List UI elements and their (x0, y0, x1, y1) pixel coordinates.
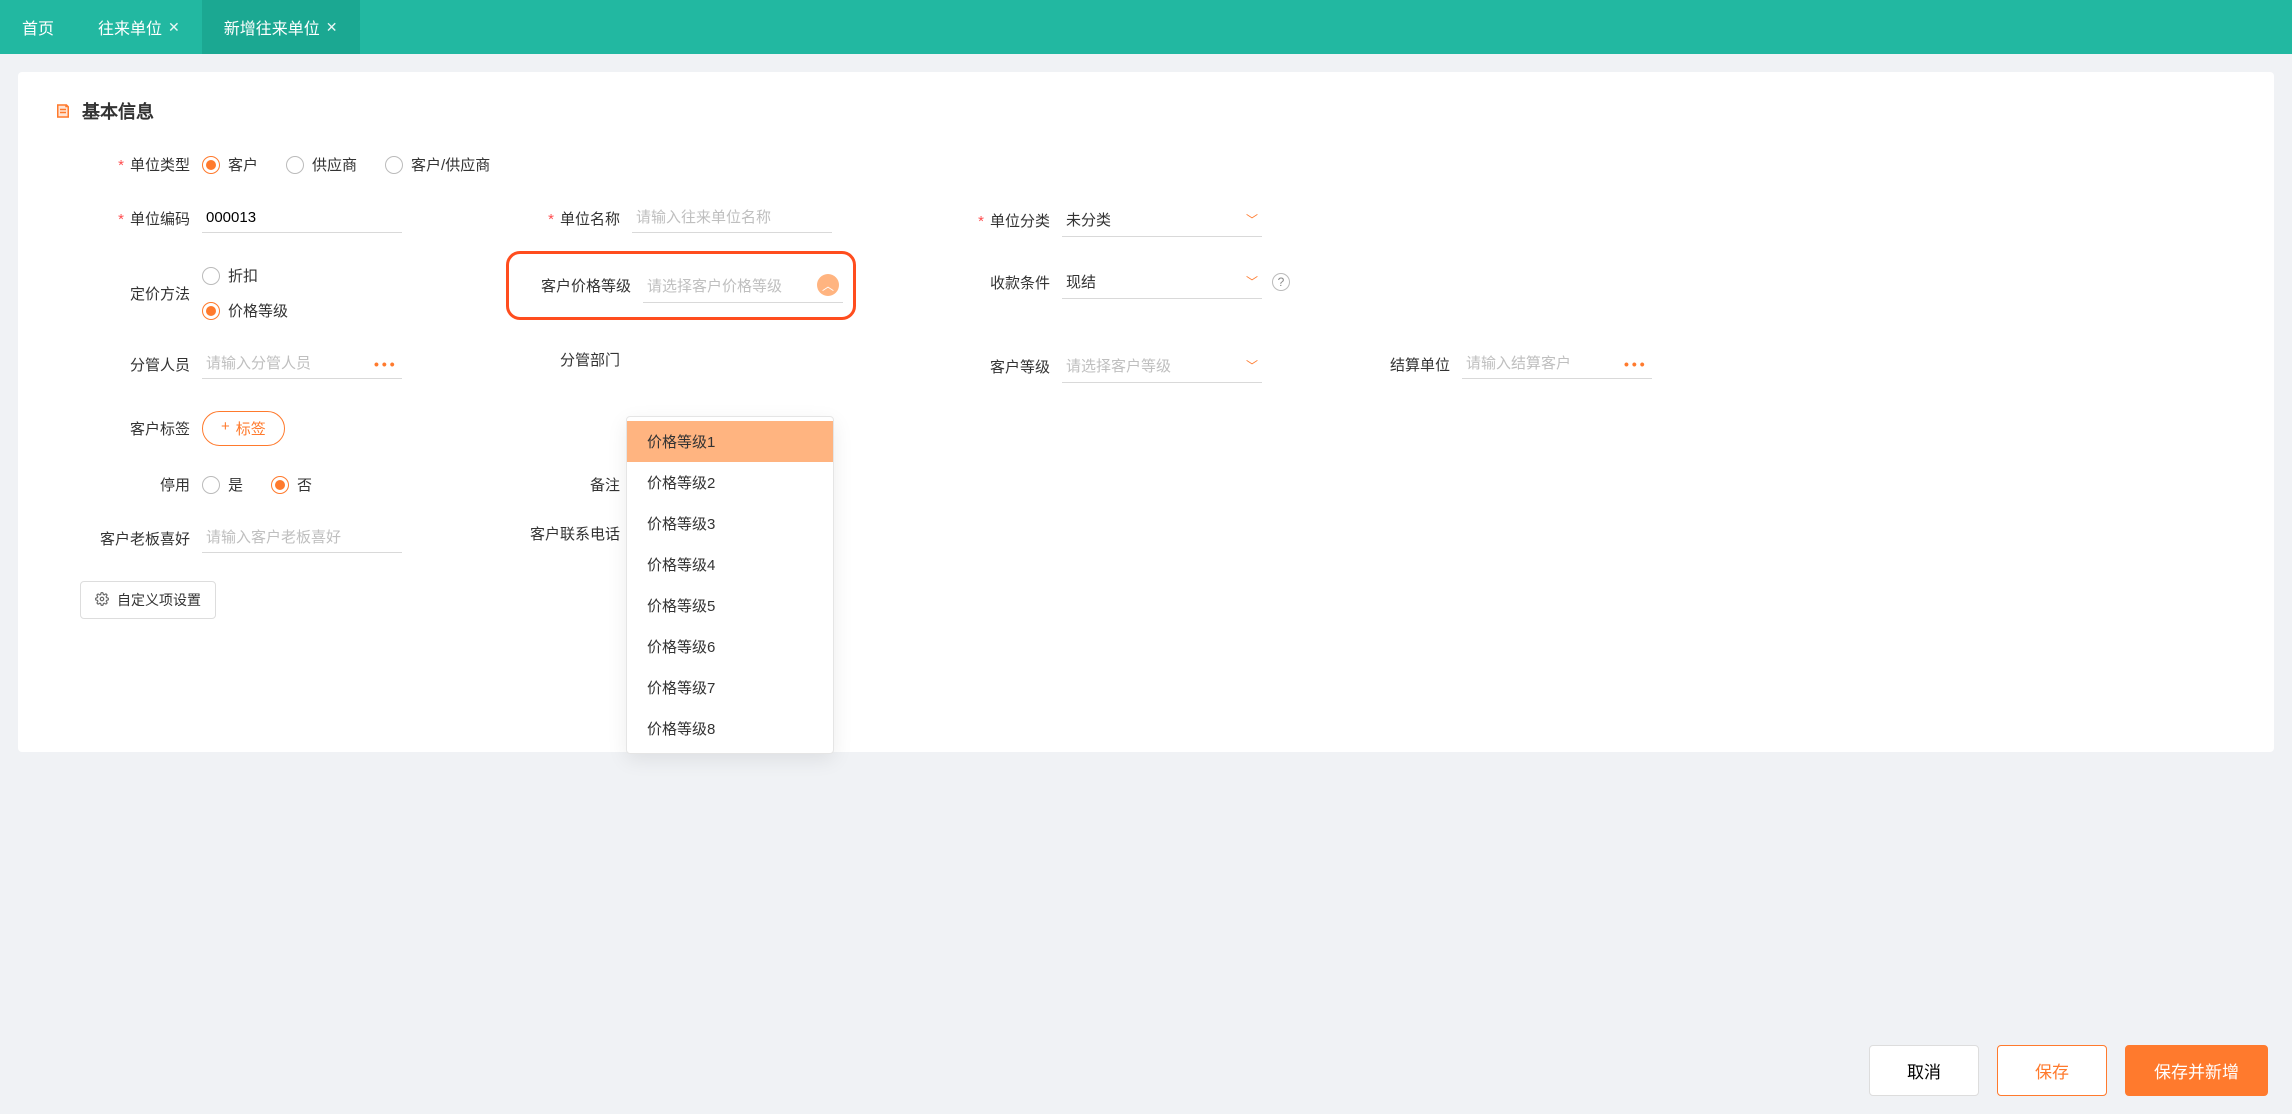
receive-condition-select[interactable]: 现结 ﹀ (1062, 265, 1262, 299)
dropdown-item[interactable]: 价格等级3 (627, 503, 833, 544)
radio-disabled-no[interactable]: 否 (271, 474, 312, 495)
footer-actions: 取消 保存 保存并新增 (1845, 1027, 2292, 1114)
highlight-price-level-box: 客户价格等级 请选择客户价格等级 ︿ (506, 251, 856, 320)
pricing-method-radios: 折扣 价格等级 (202, 265, 288, 321)
section-icon (54, 102, 72, 120)
radio-discount-label: 折扣 (228, 265, 258, 286)
label-unit-category: 单位分类 (940, 210, 1050, 231)
label-unit-code: 单位编码 (80, 208, 190, 229)
plus-icon: + (221, 418, 230, 439)
label-disabled: 停用 (80, 474, 190, 495)
chevron-up-icon: ︿ (817, 274, 839, 296)
radio-supplier[interactable]: 供应商 (286, 154, 357, 175)
settle-unit-input[interactable]: ••• (1462, 349, 1652, 379)
radio-price-level-label: 价格等级 (228, 300, 288, 321)
unit-code-input[interactable] (202, 203, 402, 233)
tag-button-label: 标签 (236, 418, 266, 439)
dropdown-item[interactable]: 价格等级1 (627, 421, 833, 462)
label-cust-tag: 客户标签 (80, 418, 190, 439)
label-unit-name: 单位名称 (510, 208, 620, 229)
save-and-add-button[interactable]: 保存并新增 (2125, 1045, 2268, 1096)
radio-both-label: 客户/供应商 (411, 154, 490, 175)
mgr-person-field[interactable] (206, 355, 366, 372)
radio-price-level[interactable]: 价格等级 (202, 300, 288, 321)
unit-category-select[interactable]: 未分类 ﹀ (1062, 203, 1262, 237)
label-cust-price-level: 客户价格等级 (513, 275, 631, 296)
dropdown-item[interactable]: 价格等级2 (627, 462, 833, 503)
tab-contacts[interactable]: 往来单位 ✕ (76, 0, 202, 54)
label-remark: 备注 (510, 474, 620, 495)
cust-level-placeholder: 请选择客户等级 (1066, 355, 1246, 376)
unit-name-input[interactable] (632, 203, 832, 233)
gear-icon (95, 592, 109, 609)
settle-unit-field[interactable] (1466, 355, 1616, 372)
unit-category-value: 未分类 (1066, 209, 1246, 230)
cancel-button[interactable]: 取消 (1869, 1045, 1979, 1096)
add-tag-button[interactable]: + 标签 (202, 411, 285, 446)
radio-supplier-label: 供应商 (312, 154, 357, 175)
help-icon[interactable]: ? (1272, 273, 1290, 291)
receive-condition-value: 现结 (1066, 271, 1246, 292)
label-pricing-method: 定价方法 (80, 283, 190, 304)
dropdown-item[interactable]: 价格等级4 (627, 544, 833, 585)
section-header: 基本信息 (54, 98, 2238, 124)
label-mgr-dept: 分管部门 (510, 349, 620, 370)
radio-customer-label: 客户 (228, 154, 258, 175)
chevron-down-icon: ﹀ (1246, 211, 1258, 228)
mgr-person-input[interactable]: ••• (202, 349, 402, 379)
cust-price-level-placeholder: 请选择客户价格等级 (647, 275, 817, 296)
dropdown-item[interactable]: 价格等级7 (627, 667, 833, 708)
section-title: 基本信息 (82, 98, 154, 124)
dropdown-item[interactable]: 价格等级5 (627, 585, 833, 626)
tab-home[interactable]: 首页 (0, 0, 76, 54)
radio-both[interactable]: 客户/供应商 (385, 154, 490, 175)
tab-contacts-label: 往来单位 (98, 15, 162, 39)
tab-bar: 首页 往来单位 ✕ 新增往来单位 ✕ (0, 0, 2292, 54)
label-boss-pref: 客户老板喜好 (80, 528, 190, 549)
more-icon[interactable]: ••• (1616, 356, 1648, 372)
save-button[interactable]: 保存 (1997, 1045, 2107, 1096)
tab-add-contact-label: 新增往来单位 (224, 15, 320, 39)
chevron-down-icon: ﹀ (1246, 273, 1258, 290)
tab-add-contact[interactable]: 新增往来单位 ✕ (202, 0, 360, 54)
tab-home-label: 首页 (22, 15, 54, 39)
more-icon[interactable]: ••• (366, 356, 398, 372)
close-icon[interactable]: ✕ (168, 19, 180, 36)
radio-no-label: 否 (297, 474, 312, 495)
boss-pref-input[interactable] (202, 523, 402, 553)
label-mgr-person: 分管人员 (80, 354, 190, 375)
dropdown-item[interactable]: 价格等级8 (627, 708, 833, 749)
label-cust-phone: 客户联系电话 (510, 523, 620, 544)
form-card: 基本信息 单位类型 客户 供应商 客户/供应商 单位编码 单位名称 (18, 72, 2274, 752)
close-icon[interactable]: ✕ (326, 19, 338, 36)
radio-discount[interactable]: 折扣 (202, 265, 258, 286)
dropdown-item[interactable]: 价格等级6 (627, 626, 833, 667)
label-receive-condition: 收款条件 (940, 272, 1050, 293)
radio-customer[interactable]: 客户 (202, 154, 258, 175)
chevron-down-icon: ﹀ (1246, 357, 1258, 374)
radio-disabled-yes[interactable]: 是 (202, 474, 243, 495)
unit-type-radios: 客户 供应商 客户/供应商 (202, 154, 490, 175)
cust-level-select[interactable]: 请选择客户等级 ﹀ (1062, 349, 1262, 383)
price-level-dropdown: 价格等级1 价格等级2 价格等级3 价格等级4 价格等级5 价格等级6 价格等级… (626, 416, 834, 754)
custom-setting-button[interactable]: 自定义项设置 (80, 581, 216, 619)
disabled-radios: 是 否 (202, 474, 312, 495)
label-unit-type: 单位类型 (80, 154, 190, 175)
radio-yes-label: 是 (228, 474, 243, 495)
label-settle-unit: 结算单位 (1370, 354, 1450, 375)
label-cust-level: 客户等级 (940, 356, 1050, 377)
custom-setting-label: 自定义项设置 (117, 590, 201, 610)
cust-price-level-select[interactable]: 请选择客户价格等级 ︿ (643, 268, 843, 303)
